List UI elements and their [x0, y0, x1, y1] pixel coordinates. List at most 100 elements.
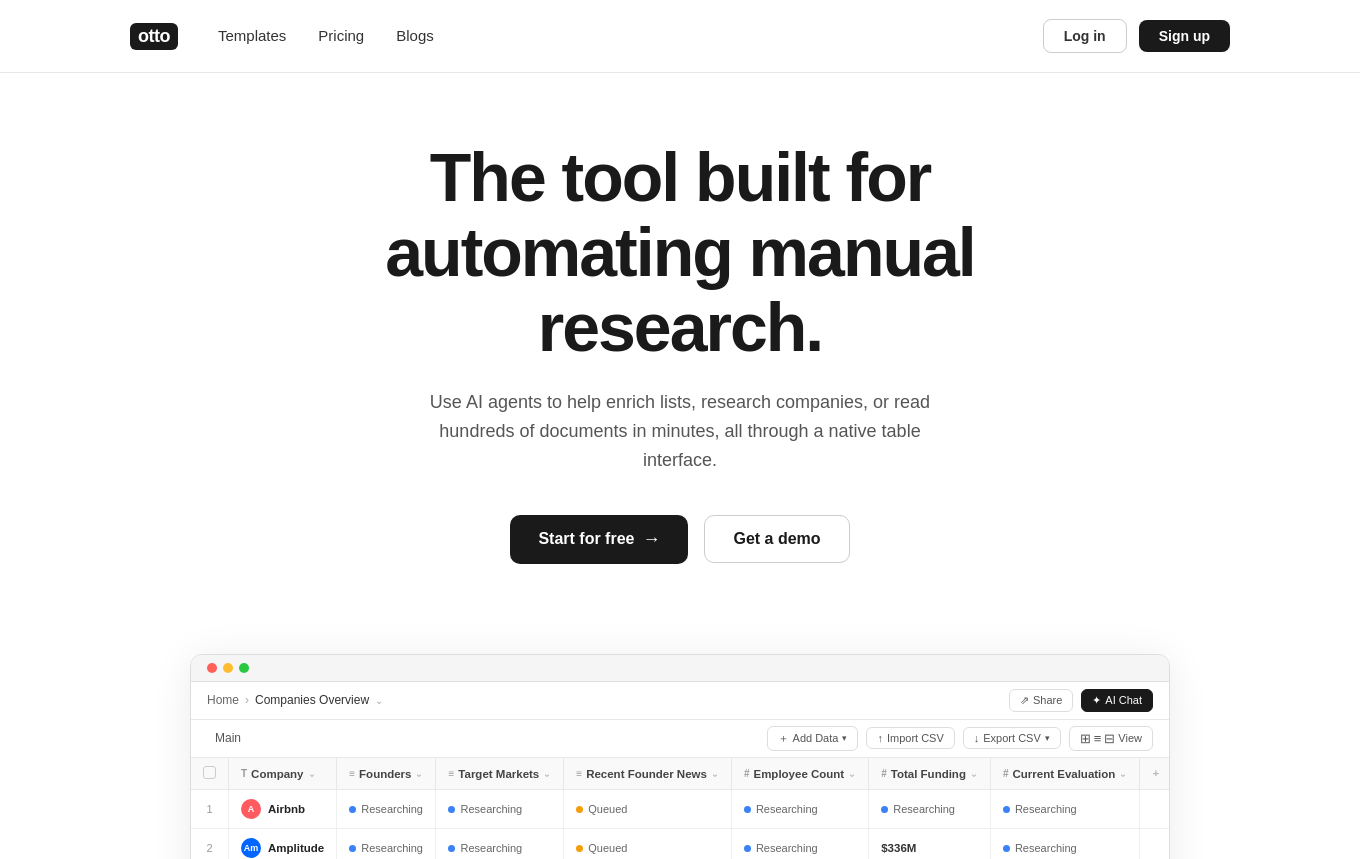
company-logo: A: [241, 799, 261, 819]
company-logo: Am: [241, 838, 261, 858]
status-text: Researching: [460, 842, 522, 854]
status-indicator: [448, 806, 455, 813]
table-toolbar: Main ＋ Add Data ▾ ↑ Import CSV ↓ Export …: [191, 720, 1169, 758]
tab-main[interactable]: Main: [207, 728, 249, 748]
breadcrumb-separator: ›: [245, 693, 249, 707]
plus-icon: ＋: [778, 731, 789, 746]
employee-count-cell: Researching: [731, 789, 868, 828]
import-csv-button[interactable]: ↑ Import CSV: [866, 727, 954, 749]
hero-headline: The tool built for automating manual res…: [280, 140, 1080, 364]
status-text: Queued: [588, 803, 627, 815]
minimize-dot: [223, 663, 233, 673]
list-icon2: ≡: [448, 768, 454, 779]
ai-icon: ✦: [1092, 694, 1101, 707]
data-table: T Company ⌄ ≡ Founders ⌄: [191, 758, 1169, 859]
th-checkbox: [191, 758, 229, 790]
ai-chat-button[interactable]: ✦ AI Chat: [1081, 689, 1153, 712]
export-icon: ↓: [974, 732, 980, 744]
status-indicator: [349, 845, 356, 852]
share-button[interactable]: ⇗ Share: [1009, 689, 1073, 712]
company-name: Airbnb: [268, 803, 305, 815]
hash-icon2: #: [881, 768, 887, 779]
th-founders: ≡ Founders ⌄: [337, 758, 436, 790]
status-text: Researching: [756, 803, 818, 815]
status-text: Queued: [588, 842, 627, 854]
hash-icon3: #: [1003, 768, 1009, 779]
th-add-column[interactable]: +: [1140, 758, 1169, 790]
th-sort-icon4[interactable]: ⌄: [711, 769, 719, 779]
preview-window: Home › Companies Overview ⌄ ⇗ Share ✦ AI…: [190, 654, 1170, 859]
breadcrumb-home[interactable]: Home: [207, 693, 239, 707]
total-funding-cell: $336M: [869, 828, 991, 859]
status-text: Researching: [756, 842, 818, 854]
list-icon: ≡: [1094, 731, 1102, 746]
add-col-cell: [1140, 789, 1169, 828]
list-icon3: ≡: [576, 768, 582, 779]
nav-blogs[interactable]: Blogs: [396, 27, 434, 44]
status-indicator: [744, 845, 751, 852]
start-free-button[interactable]: Start for free →: [510, 515, 688, 564]
row-number: 1: [191, 789, 229, 828]
hero-section: The tool built for automating manual res…: [0, 0, 1360, 624]
table-row: 1 A Airbnb Researching Researching Queue…: [191, 789, 1169, 828]
founder-news-cell: Queued: [564, 789, 732, 828]
status-text: Researching: [1015, 803, 1077, 815]
list-icon: ≡: [349, 768, 355, 779]
status-text: Researching: [361, 842, 423, 854]
table-row: 2 Am Amplitude Researching Researching Q…: [191, 828, 1169, 859]
export-chevron-icon: ▾: [1045, 733, 1050, 743]
header-checkbox[interactable]: [203, 766, 216, 779]
get-demo-button[interactable]: Get a demo: [704, 515, 849, 563]
status-text: Researching: [893, 803, 955, 815]
preview-section: Home › Companies Overview ⌄ ⇗ Share ✦ AI…: [0, 654, 1360, 859]
employee-count-cell: Researching: [731, 828, 868, 859]
add-data-button[interactable]: ＋ Add Data ▾: [767, 726, 859, 751]
status-text: Researching: [460, 803, 522, 815]
status-indicator: [576, 806, 583, 813]
company-cell[interactable]: A Airbnb: [229, 789, 337, 828]
kanban-icon: ⊟: [1104, 731, 1115, 746]
founders-cell: Researching: [337, 789, 436, 828]
target-markets-cell: Researching: [436, 828, 564, 859]
company-cell[interactable]: Am Amplitude: [229, 828, 337, 859]
target-markets-cell: Researching: [436, 789, 564, 828]
nav-templates[interactable]: Templates: [218, 27, 286, 44]
status-indicator: [349, 806, 356, 813]
th-employee-count: # Employee Count ⌄: [731, 758, 868, 790]
hash-icon: #: [744, 768, 750, 779]
th-sort-icon7[interactable]: ⌄: [1119, 769, 1127, 779]
founder-news-cell: Queued: [564, 828, 732, 859]
text-icon: T: [241, 768, 247, 779]
breadcrumb-current: Companies Overview: [255, 693, 369, 707]
row-number: 2: [191, 828, 229, 859]
th-founder-news: ≡ Recent Founder News ⌄: [564, 758, 732, 790]
funding-value: $336M: [881, 842, 916, 854]
close-dot: [207, 663, 217, 673]
th-sort-icon3[interactable]: ⌄: [543, 769, 551, 779]
grid-icon: ⊞: [1080, 731, 1091, 746]
login-button[interactable]: Log in: [1043, 19, 1127, 53]
logo[interactable]: otto: [130, 22, 178, 50]
status-indicator: [881, 806, 888, 813]
th-company: T Company ⌄: [229, 758, 337, 790]
import-icon: ↑: [877, 732, 883, 744]
status-indicator: [448, 845, 455, 852]
th-sort-icon[interactable]: ⌄: [308, 769, 316, 779]
breadcrumb-dropdown-icon[interactable]: ⌄: [375, 695, 383, 706]
status-indicator: [744, 806, 751, 813]
nav-pricing[interactable]: Pricing: [318, 27, 364, 44]
add-col-cell: [1140, 828, 1169, 859]
view-options-button[interactable]: ⊞ ≡ ⊟ View: [1069, 726, 1153, 751]
signup-button[interactable]: Sign up: [1139, 20, 1230, 52]
export-csv-button[interactable]: ↓ Export CSV ▾: [963, 727, 1061, 749]
th-sort-icon2[interactable]: ⌄: [415, 769, 423, 779]
total-funding-cell: Researching: [869, 789, 991, 828]
table-header-row: T Company ⌄ ≡ Founders ⌄: [191, 758, 1169, 790]
th-sort-icon6[interactable]: ⌄: [970, 769, 978, 779]
th-current-evaluation: # Current Evaluation ⌄: [990, 758, 1139, 790]
hero-subtext: Use AI agents to help enrich lists, rese…: [400, 388, 960, 474]
status-text: Researching: [1015, 842, 1077, 854]
current-evaluation-cell: Researching: [990, 828, 1139, 859]
chevron-icon: ▾: [842, 733, 847, 743]
th-sort-icon5[interactable]: ⌄: [848, 769, 856, 779]
